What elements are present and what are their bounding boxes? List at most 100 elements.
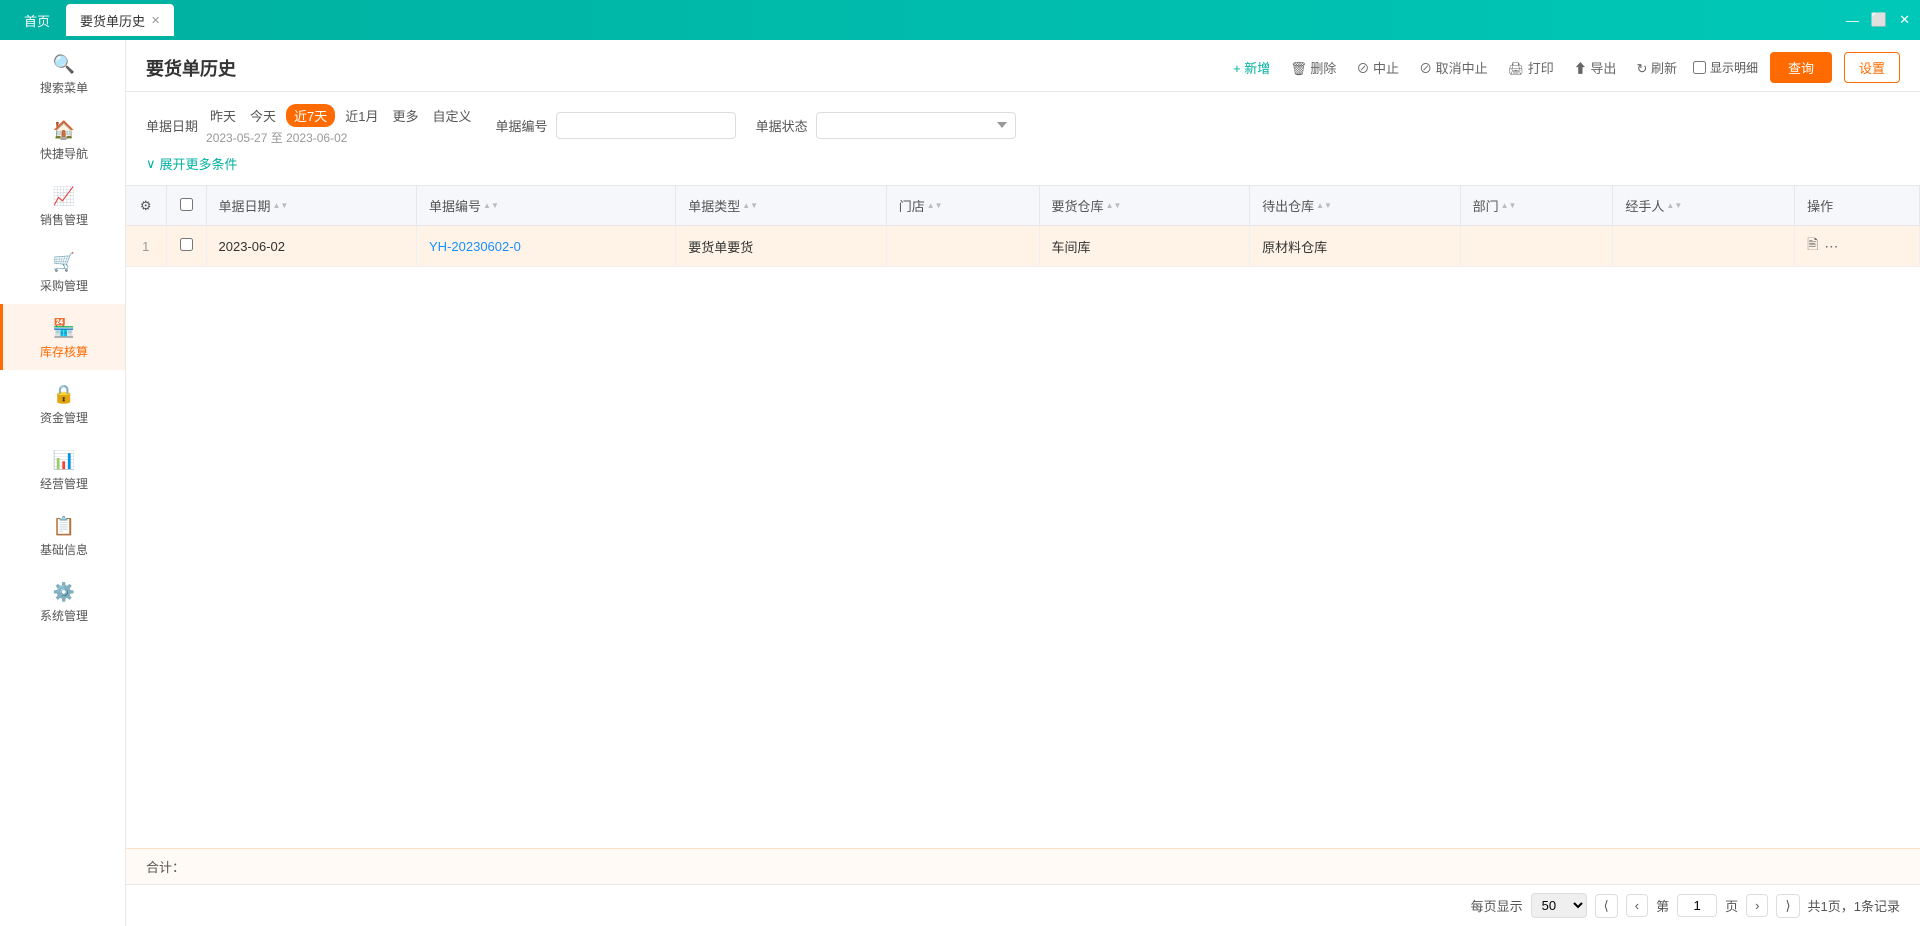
sidebar-item-label: 快捷导航 [40,145,88,162]
cancel-stop-button[interactable]: ⊘ 取消中止 [1415,58,1492,77]
doc-date-label: 单据日期 [146,116,198,135]
col-dept[interactable]: 部门 ▲▼ [1460,186,1613,226]
table-row[interactable]: 1 2023-06-02 YH-20230602-0 要货单要货 车间库 原材料… [126,226,1920,267]
tab-requisition-label: 要货单历史 [80,11,145,30]
col-actions: 操作 [1795,186,1920,226]
col-doc-type[interactable]: 单据类型 ▲▼ [676,186,887,226]
tab-home[interactable]: 首页 [10,4,64,36]
settings-button[interactable]: 设置 [1844,52,1900,83]
table-header: ⚙ 单据日期 ▲▼ 单据编号 ▲▼ [126,186,1920,226]
operation-icon: 📊 [53,450,75,471]
summary-label: 合计： [146,857,185,876]
doc-no-label: 单据编号 [496,116,548,135]
shortcut-today[interactable]: 今天 [246,104,280,127]
shortcut-custom[interactable]: 自定义 [429,104,476,127]
search-menu-icon: 🔍 [53,54,75,75]
row-doc-no[interactable]: YH-20230602-0 [417,226,676,267]
close-btn[interactable]: ✕ [1899,12,1910,28]
status-select[interactable] [816,112,1016,139]
col-store[interactable]: 门店 ▲▼ [886,186,1039,226]
row-checkbox [166,226,206,267]
date-shortcuts: 昨天 今天 近7天 近1月 更多 自定义 [206,104,476,127]
tab-requisition-history[interactable]: 要货单历史 ✕ [66,4,174,36]
main-layout: 🔍 搜索菜单 🏠 快捷导航 📈 销售管理 🛒 采购管理 🏪 库存核算 🔒 资金管… [0,40,1920,926]
first-page-button[interactable]: ⟨ [1595,894,1618,918]
sidebar-item-finance-mgmt[interactable]: 🔒 资金管理 [0,370,125,436]
quick-nav-icon: 🏠 [53,120,75,141]
sidebar-item-operation-mgmt[interactable]: 📊 经营管理 [0,436,125,502]
shortcut-yesterday[interactable]: 昨天 [206,104,240,127]
shortcut-more[interactable]: 更多 [389,104,423,127]
sidebar-item-sales-mgmt[interactable]: 📈 销售管理 [0,172,125,238]
col-checkbox [166,186,206,226]
row-req-warehouse: 车间库 [1039,226,1250,267]
delete-button[interactable]: 🗑 删除 [1286,58,1340,77]
sidebar-item-label: 搜索菜单 [40,79,88,96]
export-button[interactable]: ⬆ 导出 [1570,58,1621,77]
row-index: 1 [126,226,166,267]
tab-close-icon[interactable]: ✕ [151,14,160,27]
inventory-icon: 🏪 [53,318,75,339]
sidebar-item-purchase-mgmt[interactable]: 🛒 采购管理 [0,238,125,304]
sidebar-item-label: 基础信息 [40,541,88,558]
date-shortcuts-group: 昨天 今天 近7天 近1月 更多 自定义 2023-05-27 至 2023-0… [206,104,476,146]
page-size-label: 每页显示 [1471,896,1523,915]
footer-summary: 合计： [126,848,1920,884]
col-doc-date[interactable]: 单据日期 ▲▼ [206,186,417,226]
finance-icon: 🔒 [53,384,75,405]
next-page-button[interactable]: › [1746,894,1768,917]
doc-no-input[interactable] [556,112,736,139]
sidebar-item-inventory-calc[interactable]: 🏪 库存核算 [0,304,125,370]
date-range-text: 2023-05-27 至 2023-06-02 [206,129,476,146]
shortcut-1month[interactable]: 近1月 [341,104,382,127]
sidebar: 🔍 搜索菜单 🏠 快捷导航 📈 销售管理 🛒 采购管理 🏪 库存核算 🔒 资金管… [0,40,126,926]
sidebar-item-basic-info[interactable]: 📋 基础信息 [0,502,125,568]
shortcut-7days[interactable]: 近7天 [286,104,335,127]
sidebar-item-label: 经营管理 [40,475,88,492]
row-dept [1460,226,1613,267]
row-more-icon[interactable]: ⋯ [1824,238,1838,255]
page-label: 第 [1656,896,1669,915]
chevron-down-icon: ∨ [146,156,156,172]
minimize-btn[interactable]: — [1846,13,1859,28]
refresh-button[interactable]: ↻ 刷新 [1632,58,1681,77]
show-detail-checkbox[interactable]: 显示明细 [1693,59,1758,76]
sales-icon: 📈 [53,186,75,207]
data-table: ⚙ 单据日期 ▲▼ 单据编号 ▲▼ [126,186,1920,267]
col-pending-warehouse[interactable]: 待出仓库 ▲▼ [1250,186,1461,226]
select-all-checkbox[interactable] [180,198,193,211]
sidebar-item-quick-nav[interactable]: 🏠 快捷导航 [0,106,125,172]
print-button[interactable]: 🖨 打印 [1504,58,1558,77]
add-button[interactable]: + 新增 [1229,58,1274,77]
table-container: ⚙ 单据日期 ▲▼ 单据编号 ▲▼ [126,186,1920,848]
basic-info-icon: 📋 [53,516,75,537]
filter-row: 单据日期 昨天 今天 近7天 近1月 更多 自定义 2023-05-27 至 2… [146,104,1900,146]
col-settings[interactable]: ⚙ [126,186,166,226]
show-detail-input[interactable] [1693,61,1706,74]
stop-button[interactable]: ⊘ 中止 [1352,58,1403,77]
sidebar-item-search-menu[interactable]: 🔍 搜索菜单 [0,40,125,106]
pagination: 每页显示 10 20 50 100 ⟨ ‹ 第 页 › ⟩ 共1页，1条记录 [126,884,1920,926]
sidebar-item-label: 系统管理 [40,607,88,624]
expand-filter-btn[interactable]: ∨ 展开更多条件 [146,154,1900,173]
col-doc-no[interactable]: 单据编号 ▲▼ [417,186,676,226]
sidebar-item-label: 采购管理 [40,277,88,294]
sidebar-item-system-mgmt[interactable]: ⚙️ 系统管理 [0,568,125,634]
col-req-warehouse[interactable]: 要货仓库 ▲▼ [1039,186,1250,226]
doc-no-link[interactable]: YH-20230602-0 [429,239,521,254]
top-bar: 首页 要货单历史 ✕ — ⬜ ✕ [0,0,1920,40]
date-filter-group: 单据日期 昨天 今天 近7天 近1月 更多 自定义 2023-05-27 至 2… [146,104,476,146]
maximize-btn[interactable]: ⬜ [1871,12,1887,28]
page-number-input[interactable] [1677,894,1717,917]
row-handler [1613,226,1795,267]
toolbar: + 新增 🗑 删除 ⊘ 中止 ⊘ 取消中止 🖨 打印 ⬆ 导出 ↻ 刷新 显示明… [1229,52,1900,83]
col-handler[interactable]: 经手人 ▲▼ [1613,186,1795,226]
prev-page-button[interactable]: ‹ [1626,894,1648,917]
row-view-icon[interactable]: 🖹 [1807,234,1818,258]
sidebar-item-label: 销售管理 [40,211,88,228]
page-size-select[interactable]: 10 20 50 100 [1531,893,1587,918]
row-select-checkbox[interactable] [180,238,193,251]
last-page-button[interactable]: ⟩ [1776,894,1799,918]
system-icon: ⚙️ [53,582,75,603]
query-button[interactable]: 查询 [1770,52,1832,83]
